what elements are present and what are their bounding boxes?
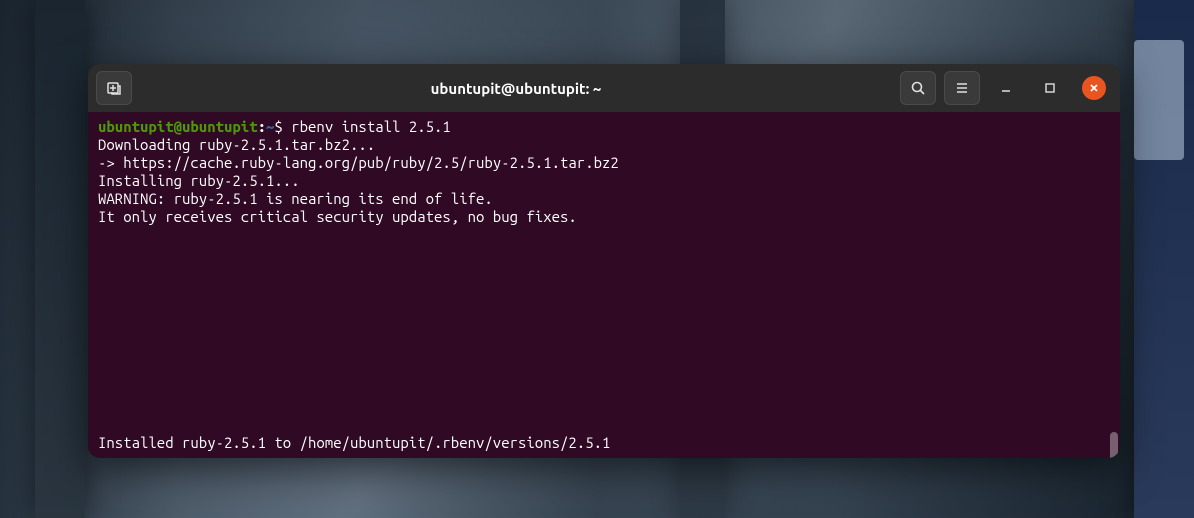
command-text: rbenv install 2.5.1 [291, 118, 451, 135]
maximize-icon [1043, 81, 1057, 95]
terminal-output-line: WARNING: ruby-2.5.1 is nearing its end o… [98, 190, 1110, 208]
terminal-output-line: Installed ruby-2.5.1 to /home/ubuntupit/… [98, 434, 1110, 452]
search-icon [910, 80, 926, 96]
terminal-body[interactable]: ubuntupit@ubuntupit:~$ rbenv install 2.5… [88, 112, 1120, 458]
prompt-colon: : [258, 118, 266, 135]
window-title: ubuntupit@ubuntupit: ~ [132, 80, 900, 97]
terminal-output-line: Downloading ruby-2.5.1.tar.bz2... [98, 136, 1110, 154]
prompt-user-host: ubuntupit@ubuntupit [98, 118, 258, 135]
terminal-output-line: -> https://cache.ruby-lang.org/pub/ruby/… [98, 154, 1110, 172]
titlebar[interactable]: ubuntupit@ubuntupit: ~ [88, 64, 1120, 112]
maximize-button[interactable] [1032, 71, 1068, 105]
scrollbar-thumb[interactable] [1110, 432, 1118, 458]
terminal-prompt-line: ubuntupit@ubuntupit:~$ rbenv install 2.5… [98, 118, 1110, 136]
minimize-icon [999, 81, 1013, 95]
menu-button[interactable] [944, 71, 980, 105]
hamburger-icon [954, 80, 970, 96]
minimize-button[interactable] [988, 71, 1024, 105]
bg-pillar [35, 0, 85, 518]
terminal-window: ubuntupit@ubuntupit: ~ [88, 64, 1120, 458]
new-tab-icon [106, 80, 122, 96]
prompt-dollar: $ [274, 118, 291, 135]
bg-light [1134, 40, 1184, 160]
search-button[interactable] [900, 71, 936, 105]
terminal-spacer [98, 226, 1110, 434]
terminal-output-line: Installing ruby-2.5.1... [98, 172, 1110, 190]
close-icon [1087, 81, 1101, 95]
new-tab-button[interactable] [96, 71, 132, 105]
close-button[interactable] [1082, 76, 1106, 100]
terminal-output-line: It only receives critical security updat… [98, 208, 1110, 226]
